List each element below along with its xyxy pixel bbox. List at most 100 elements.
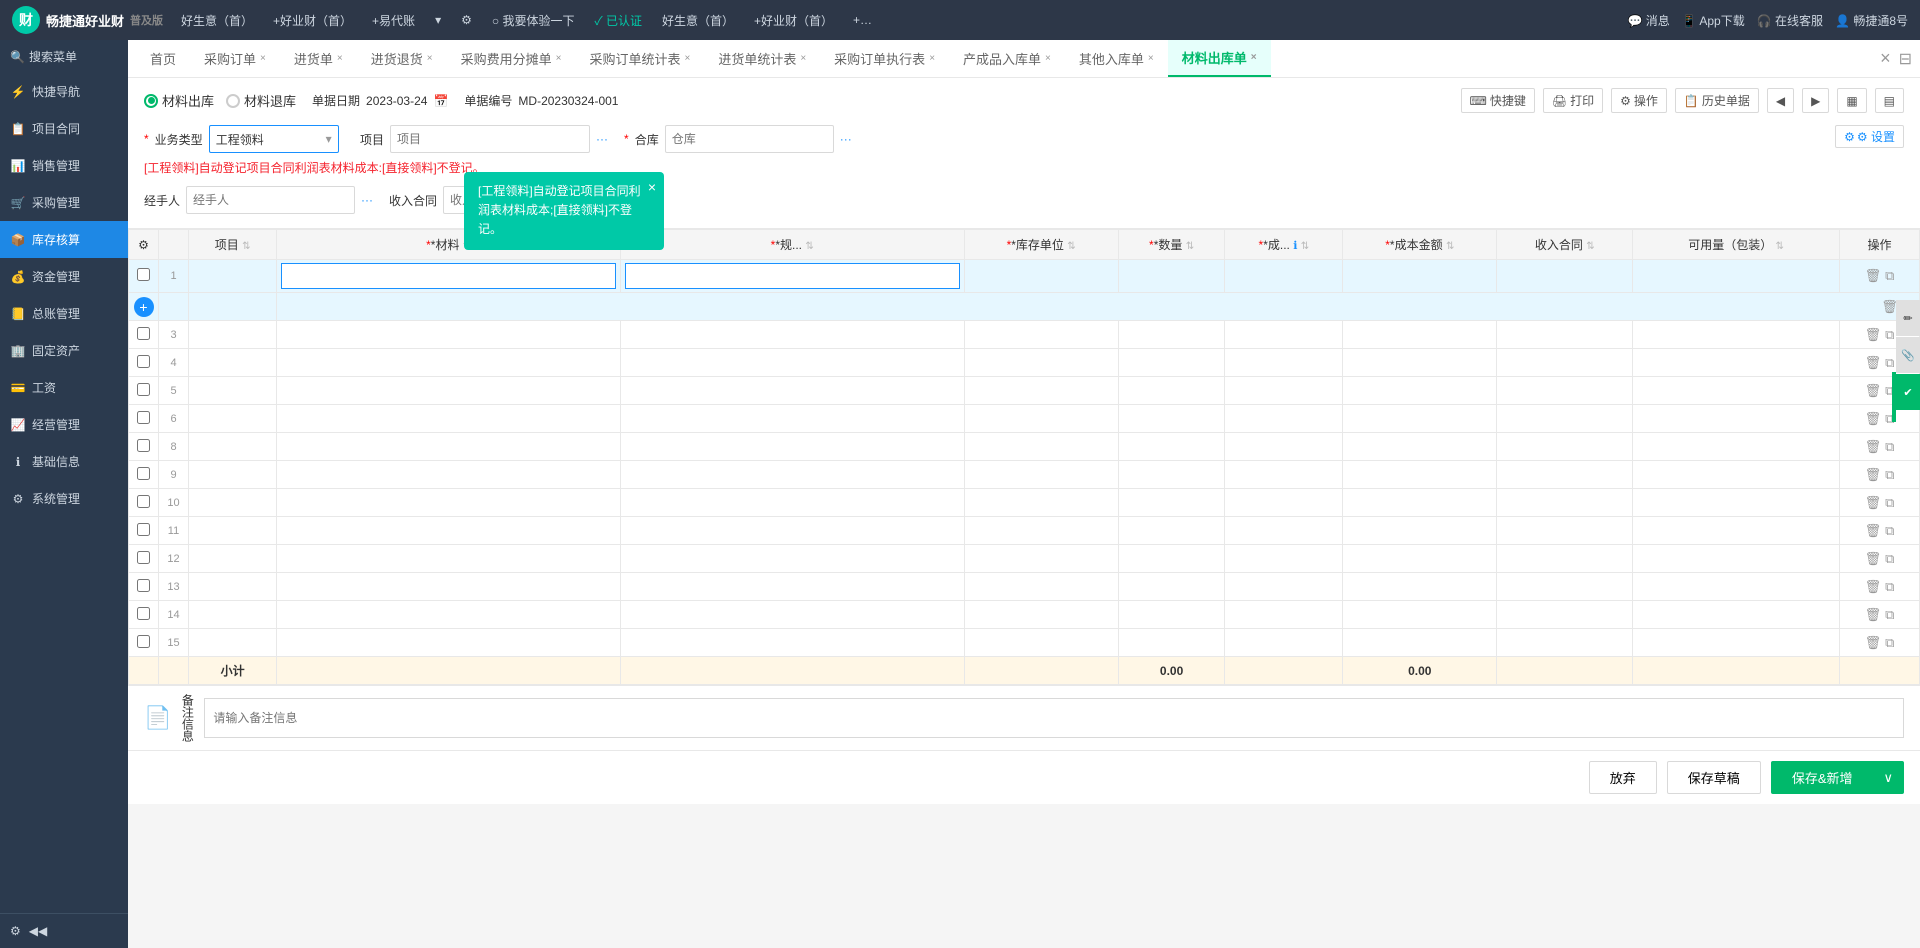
close-tab-icon[interactable]: ×: [800, 53, 806, 64]
copy-icon[interactable]: ⧉: [1885, 551, 1894, 567]
copy-icon[interactable]: ⧉: [1885, 355, 1894, 371]
material-input[interactable]: [281, 263, 616, 289]
right-icon-2[interactable]: 📎: [1896, 337, 1920, 373]
more-tabs-icon[interactable]: ⊟: [1899, 49, 1912, 69]
col-settings-header[interactable]: ⚙: [129, 230, 159, 260]
delete-icon[interactable]: 🗑: [1865, 383, 1882, 399]
sidebar-item-inventory[interactable]: 📦 库存核算: [0, 221, 128, 258]
copy-icon[interactable]: ⧉: [1885, 327, 1894, 343]
cell-available[interactable]: [1633, 260, 1840, 293]
copy-row-icon[interactable]: ⧉: [1885, 268, 1894, 284]
add-row-col3[interactable]: [189, 293, 277, 321]
app-download-btn[interactable]: 📱 App下载: [1682, 12, 1745, 29]
date-value[interactable]: 2023-03-24: [366, 94, 427, 108]
copy-icon[interactable]: ⧉: [1885, 635, 1894, 651]
row-checkbox[interactable]: [129, 405, 159, 433]
spec-input[interactable]: [625, 263, 960, 289]
nav-trial[interactable]: ○ 我要体验一下: [484, 8, 583, 33]
copy-icon[interactable]: ⧉: [1885, 495, 1894, 511]
nav-haoshengyi[interactable]: 好生意（首）: [173, 8, 261, 33]
copy-icon[interactable]: ⧉: [1885, 467, 1894, 483]
row-checkbox[interactable]: [129, 349, 159, 377]
row-checkbox[interactable]: [129, 433, 159, 461]
handler-input[interactable]: [186, 186, 355, 214]
copy-icon[interactable]: ⧉: [1885, 579, 1894, 595]
nav-more-dropdown[interactable]: ▾: [427, 9, 449, 31]
tab-other-in[interactable]: 其他入库单 ×: [1065, 41, 1168, 76]
history-btn[interactable]: 📋 历史单据: [1675, 88, 1759, 113]
row-checkbox[interactable]: [129, 629, 159, 657]
sidebar-item-operations[interactable]: 📈 经营管理: [0, 406, 128, 443]
sidebar-item-basic-info[interactable]: ℹ 基础信息: [0, 443, 128, 480]
sidebar-item-quick-nav[interactable]: ⚡ 快捷导航: [0, 73, 128, 110]
operations-btn[interactable]: ⚙ 操作: [1611, 88, 1667, 113]
table-wrapper[interactable]: ⚙ 项目 ⇅ **材料 ⇅ **规... ⇅ **库存单位 ⇅ **数量 ⇅ *…: [128, 229, 1920, 685]
row-checkbox[interactable]: [129, 517, 159, 545]
delete-icon[interactable]: 🗑: [1865, 467, 1882, 483]
project-link-icon[interactable]: ···: [596, 132, 608, 146]
warehouse-input[interactable]: [665, 125, 834, 153]
row-checkbox[interactable]: [129, 545, 159, 573]
close-all-tabs-icon[interactable]: ×: [1880, 48, 1891, 69]
delete-icon[interactable]: 🗑: [1865, 327, 1882, 343]
delete-row-icon[interactable]: 🗑: [1865, 268, 1882, 284]
close-tab-icon[interactable]: ×: [1148, 53, 1154, 64]
tab-purchase-return[interactable]: 进货退货 ×: [357, 41, 447, 76]
row-checkbox[interactable]: [129, 321, 159, 349]
delete-icon[interactable]: 🗑: [1865, 411, 1882, 427]
close-tab-icon[interactable]: ×: [684, 53, 690, 64]
sidebar-settings-icon[interactable]: ⚙: [10, 924, 21, 938]
close-tab-icon[interactable]: ×: [337, 53, 343, 64]
copy-icon[interactable]: ⧉: [1885, 439, 1894, 455]
print-btn[interactable]: 🖨 打印: [1543, 88, 1603, 113]
nav-haoyecai2[interactable]: +好业财（首）: [746, 8, 841, 33]
cell-stock-unit[interactable]: [964, 260, 1118, 293]
discard-btn[interactable]: 放弃: [1589, 761, 1657, 794]
row-checkbox[interactable]: [129, 260, 159, 293]
row-checkbox[interactable]: [129, 377, 159, 405]
list-view-btn[interactable]: ▤: [1875, 88, 1904, 113]
radio-material-return[interactable]: 材料退库: [226, 91, 296, 110]
sidebar-collapse-icon[interactable]: ◀◀: [29, 924, 47, 938]
sidebar-search[interactable]: 🔍 搜索菜单: [0, 40, 128, 73]
warehouse-link-icon[interactable]: ···: [840, 132, 852, 146]
save-draft-btn[interactable]: 保存草稿: [1667, 761, 1761, 794]
sidebar-item-fixed-assets[interactable]: 🏢 固定资产: [0, 332, 128, 369]
project-input[interactable]: [390, 125, 590, 153]
cell-material[interactable]: [277, 260, 621, 293]
user-avatar[interactable]: 👤 畅捷通8号: [1835, 12, 1908, 29]
sidebar-item-salary[interactable]: 💳 工资: [0, 369, 128, 406]
grid-view-btn[interactable]: ▦: [1837, 88, 1866, 113]
sidebar-item-purchase[interactable]: 🛒 采购管理: [0, 184, 128, 221]
nav-haoshengyi2[interactable]: 好生意（首）: [654, 8, 742, 33]
message-btn[interactable]: 💬 消息: [1627, 12, 1669, 29]
column-settings-btn[interactable]: ⚙ ⚙ 设置: [1835, 125, 1904, 148]
row-check-input[interactable]: [137, 268, 150, 281]
tab-material-out[interactable]: 材料出库单 ×: [1168, 40, 1271, 77]
tab-purchase-stat[interactable]: 采购订单统计表 ×: [575, 41, 704, 76]
row-checkbox[interactable]: [129, 489, 159, 517]
business-type-select[interactable]: 工程领料 ▾: [209, 125, 339, 153]
delete-icon[interactable]: 🗑: [1865, 635, 1882, 651]
tab-purchase-exec[interactable]: 采购订单执行表 ×: [820, 41, 949, 76]
delete-icon[interactable]: 🗑: [1865, 355, 1882, 371]
save-new-dropdown-btn[interactable]: ∨: [1872, 761, 1904, 794]
right-icon-1[interactable]: ✏: [1896, 300, 1920, 336]
tab-purchase-receive[interactable]: 进货单 ×: [280, 41, 357, 76]
row-checkbox[interactable]: [129, 573, 159, 601]
delete-icon[interactable]: 🗑: [1865, 607, 1882, 623]
delete-icon[interactable]: 🗑: [1865, 439, 1882, 455]
prev-record-btn[interactable]: ◀: [1767, 88, 1794, 113]
nav-settings-icon[interactable]: ⚙: [453, 9, 480, 31]
cell-income-contract[interactable]: [1497, 260, 1633, 293]
close-tab-icon[interactable]: ×: [427, 53, 433, 64]
tab-purchase-order[interactable]: 采购订单 ×: [190, 41, 280, 76]
tab-purchase-expense[interactable]: 采购费用分摊单 ×: [447, 41, 576, 76]
cell-quantity[interactable]: [1118, 260, 1225, 293]
cell-spec[interactable]: [620, 260, 964, 293]
radio-material-out[interactable]: 材料出库: [144, 91, 214, 110]
row-checkbox[interactable]: [129, 461, 159, 489]
handler-link-icon[interactable]: ···: [361, 193, 373, 207]
shortcut-btn[interactable]: ⌨ 快捷键: [1461, 88, 1535, 113]
close-tab-icon[interactable]: ×: [1045, 53, 1051, 64]
